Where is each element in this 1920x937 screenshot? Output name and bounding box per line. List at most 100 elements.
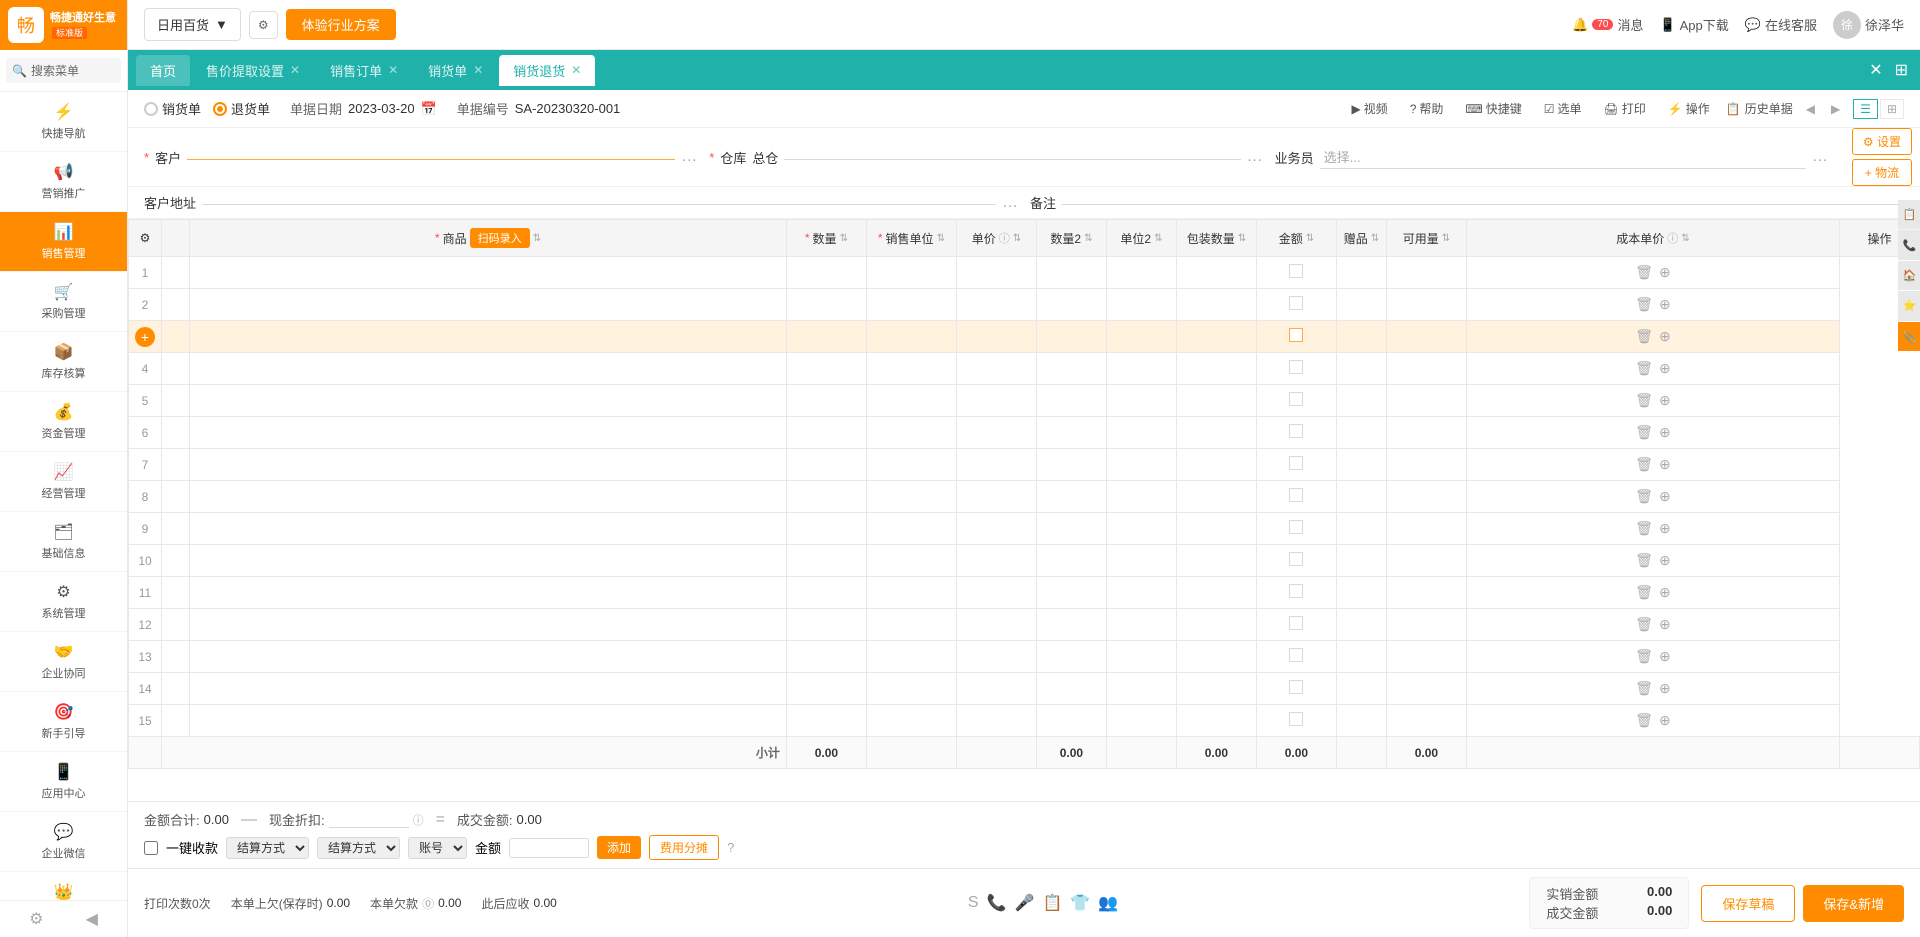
row-3-qty2[interactable] bbox=[956, 321, 1036, 353]
sidebar-item-member[interactable]: 👑 畅会员 bbox=[0, 872, 127, 900]
salesperson-more-icon[interactable]: … bbox=[1812, 148, 1828, 166]
row-3-unit2[interactable] bbox=[1036, 321, 1106, 353]
account-no-select[interactable]: 账号 bbox=[408, 837, 467, 859]
row-3-gift[interactable] bbox=[1256, 321, 1336, 353]
row-1-sales-unit[interactable] bbox=[786, 257, 866, 289]
row-2-sales-unit[interactable] bbox=[786, 289, 866, 321]
row-2-unit2[interactable] bbox=[1036, 289, 1106, 321]
close-price-setting-icon[interactable]: ✕ bbox=[290, 63, 300, 77]
cost-price-info-icon[interactable]: ⓘ bbox=[1667, 230, 1678, 246]
delete-icon[interactable]: 🗑 bbox=[1635, 648, 1653, 665]
expense-split-button[interactable]: 费用分摊 bbox=[649, 835, 719, 860]
settings-bottom-icon[interactable]: ⚙ bbox=[29, 909, 43, 929]
unit-price-info-icon[interactable]: ⓘ bbox=[999, 230, 1010, 246]
pack-qty-sort-icon[interactable]: ⇅ bbox=[1238, 233, 1246, 244]
sidebar-item-sales[interactable]: 📊 销售管理 bbox=[0, 212, 127, 272]
row-2-copy-icon[interactable]: ⊕ bbox=[1659, 296, 1671, 313]
delete-icon[interactable]: 🗑 bbox=[1635, 392, 1653, 409]
delete-icon[interactable]: 🗑 bbox=[1635, 520, 1653, 537]
account-select[interactable]: 结算方式 bbox=[317, 837, 400, 859]
qty-sort-icon[interactable]: ⇅ bbox=[840, 233, 848, 244]
float-btn-4[interactable]: ⭐ bbox=[1898, 291, 1920, 320]
row-1-unit-price[interactable] bbox=[866, 257, 956, 289]
tab-sales-return[interactable]: 销货退货 ✕ bbox=[499, 55, 595, 86]
tab-home[interactable]: 首页 bbox=[136, 55, 190, 86]
row-3-unit-price[interactable] bbox=[866, 321, 956, 353]
toolbar-shortcut[interactable]: ⌨ 快捷键 bbox=[1459, 98, 1527, 119]
toolbar-print[interactable]: 🖨 打印 bbox=[1598, 98, 1652, 119]
copy-icon[interactable]: ⊕ bbox=[1659, 712, 1671, 729]
sidebar-item-shortcut[interactable]: ⚡ 快捷导航 bbox=[0, 92, 127, 152]
app-download-button[interactable]: 📱 App下载 bbox=[1659, 15, 1728, 34]
row-1-amount[interactable] bbox=[1176, 257, 1256, 289]
toolbar-help[interactable]: ? 帮助 bbox=[1404, 98, 1450, 119]
amount-sort-icon[interactable]: ⇅ bbox=[1306, 233, 1314, 244]
tab-price-setting[interactable]: 售价提取设置 ✕ bbox=[192, 55, 314, 86]
sidebar-item-finance[interactable]: 💰 资金管理 bbox=[0, 392, 127, 452]
qty2-sort-icon[interactable]: ⇅ bbox=[1084, 233, 1092, 244]
sidebar-item-wechat[interactable]: 💬 企业微信 bbox=[0, 812, 127, 872]
save-new-button[interactable]: 保存&新增 bbox=[1803, 885, 1904, 922]
online-service-button[interactable]: 💬 在线客服 bbox=[1745, 15, 1817, 34]
address-more-icon[interactable]: … bbox=[1002, 194, 1018, 212]
company-dropdown[interactable]: 日用百货 ▼ bbox=[144, 8, 241, 41]
customer-input[interactable] bbox=[187, 155, 675, 160]
toolbar-video[interactable]: ▶ 视频 bbox=[1345, 98, 1393, 119]
payment-help-icon[interactable]: ? bbox=[727, 840, 734, 855]
delete-icon[interactable]: 🗑 bbox=[1635, 424, 1653, 441]
row-1-gift[interactable] bbox=[1256, 257, 1336, 289]
address-input[interactable] bbox=[202, 200, 996, 205]
prev-record-icon[interactable]: ◀ bbox=[1803, 102, 1818, 116]
sidebar-item-enterprise[interactable]: 🤝 企业协同 bbox=[0, 632, 127, 692]
topbar-gear-button[interactable]: ⚙ bbox=[249, 11, 278, 39]
scan-input-button[interactable]: 扫码录入 bbox=[470, 228, 530, 248]
row-3-product-input[interactable] bbox=[168, 330, 183, 344]
row-3-amount[interactable] bbox=[1176, 321, 1256, 353]
copy-icon[interactable]: ⊕ bbox=[1659, 680, 1671, 697]
close-tab-icon[interactable]: ✕ bbox=[1865, 58, 1886, 82]
sidebar-item-basic[interactable]: 🗂 基础信息 bbox=[0, 512, 127, 572]
sidebar-item-system[interactable]: ⚙ 系统管理 bbox=[0, 572, 127, 632]
row-3-cost-price[interactable] bbox=[1386, 321, 1466, 353]
unit2-sort-icon[interactable]: ⇅ bbox=[1154, 233, 1162, 244]
cost-price-sort-icon[interactable]: ⇅ bbox=[1681, 233, 1689, 244]
salesperson-input[interactable]: 选择... bbox=[1320, 145, 1806, 169]
radio-return[interactable]: 退货单 bbox=[213, 99, 270, 118]
warehouse-input[interactable] bbox=[784, 155, 1240, 160]
row-3-sales-unit[interactable] bbox=[786, 321, 866, 353]
copy-icon[interactable]: ⊕ bbox=[1659, 360, 1671, 377]
notification-button[interactable]: 🔔 70 消息 bbox=[1572, 15, 1643, 34]
row-3-product[interactable] bbox=[162, 321, 190, 353]
gear-icon[interactable]: ⚙ bbox=[140, 231, 151, 245]
search-menu-button[interactable]: 🔍 搜索菜单 bbox=[6, 58, 121, 83]
product-sort-icon[interactable]: ⇅ bbox=[533, 233, 541, 244]
sidebar-item-inventory[interactable]: 📦 库存核算 bbox=[0, 332, 127, 392]
table-view-button[interactable]: ⊞ bbox=[1880, 99, 1904, 119]
next-record-icon[interactable]: ▶ bbox=[1828, 102, 1843, 116]
row-3-qty[interactable] bbox=[190, 321, 787, 353]
float-btn-1[interactable]: 📋 bbox=[1898, 200, 1920, 229]
radio-sales-out[interactable]: 销货单 bbox=[144, 99, 201, 118]
delete-icon[interactable]: 🗑 bbox=[1635, 488, 1653, 505]
sidebar-item-guide[interactable]: 🎯 新手引导 bbox=[0, 692, 127, 752]
tab-sales-order[interactable]: 销售订单 ✕ bbox=[316, 55, 412, 86]
row-1-unit2[interactable] bbox=[1036, 257, 1106, 289]
sidebar-item-purchase[interactable]: 🛒 采购管理 bbox=[0, 272, 127, 332]
collapse-icon[interactable]: ◀ bbox=[86, 909, 98, 929]
row-2-delete-icon[interactable]: 🗑 bbox=[1635, 296, 1653, 313]
gift-sort-icon[interactable]: ⇅ bbox=[1371, 233, 1379, 244]
copy-icon[interactable]: ⊕ bbox=[1659, 520, 1671, 537]
warehouse-more-icon[interactable]: … bbox=[1247, 148, 1263, 166]
add-row-button-cell[interactable]: + bbox=[129, 321, 162, 353]
row-2-qty[interactable] bbox=[190, 289, 787, 321]
row-3-copy-icon[interactable]: ⊕ bbox=[1659, 328, 1671, 345]
copy-icon[interactable]: ⊕ bbox=[1659, 584, 1671, 601]
row-2-qty2[interactable] bbox=[956, 289, 1036, 321]
logistics-button[interactable]: + 物流 bbox=[1852, 159, 1912, 186]
copy-icon[interactable]: ⊕ bbox=[1659, 488, 1671, 505]
customer-more-icon[interactable]: … bbox=[681, 148, 697, 166]
settlement-select[interactable]: 结算方式 bbox=[226, 837, 309, 859]
row-2-product[interactable] bbox=[162, 289, 190, 321]
settings-button[interactable]: ⚙ 设置 bbox=[1852, 128, 1912, 155]
row-1-delete-icon[interactable]: 🗑 bbox=[1635, 264, 1653, 281]
